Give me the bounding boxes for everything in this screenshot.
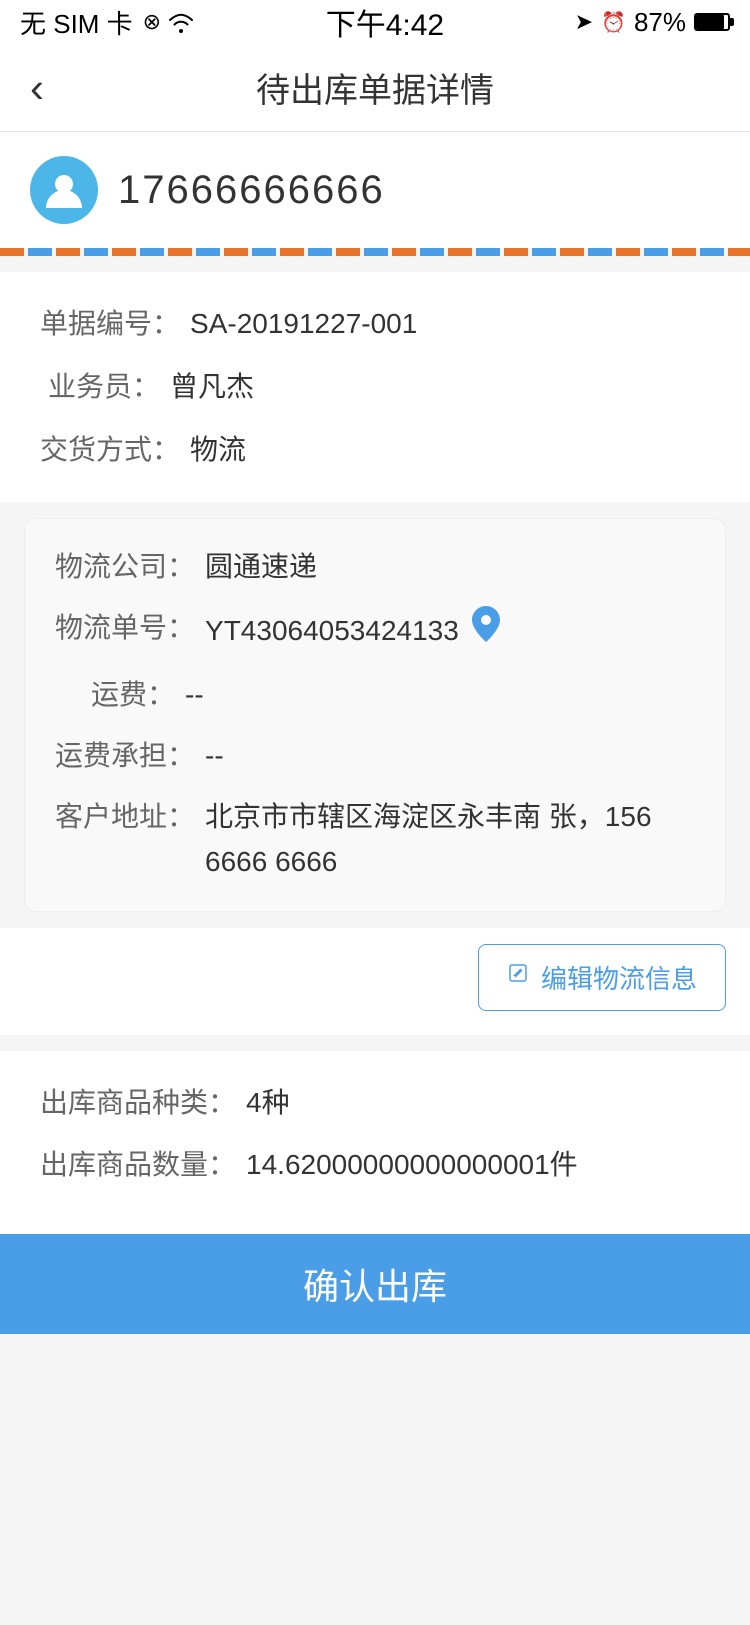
battery-icon: [694, 13, 730, 31]
nav-bar: ‹ 待出库单据详情: [0, 44, 750, 132]
document-number-value: SA-20191227-001: [190, 302, 710, 347]
freight-label: 运费：: [55, 673, 185, 718]
goods-quantity-value: 14.62000000000000001件: [246, 1143, 710, 1188]
user-header: 17666666666: [0, 132, 750, 248]
logistics-card: 物流公司： 圆通速递 物流单号： YT43064053424133 运费： --…: [24, 518, 726, 911]
customer-address-row: 客户地址： 北京市市辖区海淀区永丰南 张，156 6666 6666: [55, 795, 695, 885]
confirm-btn-label: 确认出库: [303, 1258, 447, 1310]
delivery-method-row: 交货方式： 物流: [40, 428, 710, 473]
goods-quantity-row: 出库商品数量： 14.62000000000000001件: [40, 1143, 710, 1188]
goods-section: 出库商品种类： 4种 出库商品数量： 14.62000000000000001件: [0, 1051, 750, 1219]
edit-btn-row: 编辑物流信息: [0, 928, 750, 1035]
edit-logistics-label: 编辑物流信息: [541, 959, 697, 996]
content: 17666666666 单据编号： SA-20191227-001 业务员： 曾…: [0, 132, 750, 1625]
goods-quantity-label: 出库商品数量：: [40, 1143, 246, 1188]
freight-value: --: [185, 673, 695, 718]
status-bar: 无 SIM 卡 ⊗ 下午4:42 ➤ ⏰ 87%: [0, 0, 750, 44]
edit-logistics-button[interactable]: 编辑物流信息: [478, 944, 726, 1011]
customer-address-value: 北京市市辖区海淀区永丰南 张，156 6666 6666: [205, 795, 695, 885]
bottom-filler: [0, 1325, 750, 1505]
page-title: 待出库单据详情: [256, 63, 494, 112]
salesman-row: 业务员： 曾凡杰: [40, 365, 710, 410]
avatar: [30, 156, 98, 224]
goods-type-value: 4种: [246, 1081, 710, 1126]
location-service-icon: ➤: [575, 9, 593, 35]
user-phone: 17666666666: [118, 168, 385, 213]
wifi-icon: ⊗: [143, 9, 196, 35]
status-left: 无 SIM 卡 ⊗: [20, 4, 195, 41]
salesman-label: 业务员：: [40, 365, 170, 410]
delivery-method-label: 交货方式：: [40, 428, 190, 473]
back-button[interactable]: ‹: [30, 64, 44, 112]
freight-bearer-value: --: [205, 734, 695, 779]
document-number-label: 单据编号：: [40, 302, 190, 347]
freight-bearer-row: 运费承担： --: [55, 734, 695, 779]
battery-label: 87%: [634, 7, 686, 38]
tracking-number-row: 物流单号： YT43064053424133: [55, 606, 695, 657]
freight-bearer-label: 运费承担：: [55, 734, 205, 779]
goods-type-row: 出库商品种类： 4种: [40, 1081, 710, 1126]
time-label: 下午4:42: [326, 0, 444, 44]
goods-type-label: 出库商品种类：: [40, 1081, 246, 1126]
section-separator-1: [0, 1035, 750, 1051]
logistics-company-row: 物流公司： 圆通速递: [55, 545, 695, 590]
edit-icon: [507, 962, 531, 993]
basic-info-section: 单据编号： SA-20191227-001 业务员： 曾凡杰 交货方式： 物流: [0, 272, 750, 502]
carrier-label: 无 SIM 卡: [20, 4, 133, 41]
alarm-icon: ⏰: [601, 10, 626, 35]
delivery-method-value: 物流: [190, 428, 710, 473]
logistics-company-value: 圆通速递: [205, 545, 695, 590]
status-right: ➤ ⏰ 87%: [575, 7, 730, 38]
confirm-button[interactable]: 确认出库: [0, 1234, 750, 1334]
document-number-row: 单据编号： SA-20191227-001: [40, 302, 710, 347]
salesman-value: 曾凡杰: [170, 365, 710, 410]
tracking-number-value: YT43064053424133: [205, 606, 695, 657]
customer-address-label: 客户地址：: [55, 795, 205, 840]
tracking-number-label: 物流单号：: [55, 606, 205, 651]
freight-row: 运费： --: [55, 673, 695, 718]
logistics-company-label: 物流公司：: [55, 545, 205, 590]
dashed-divider: [0, 248, 750, 256]
location-pin-icon[interactable]: [471, 606, 501, 657]
